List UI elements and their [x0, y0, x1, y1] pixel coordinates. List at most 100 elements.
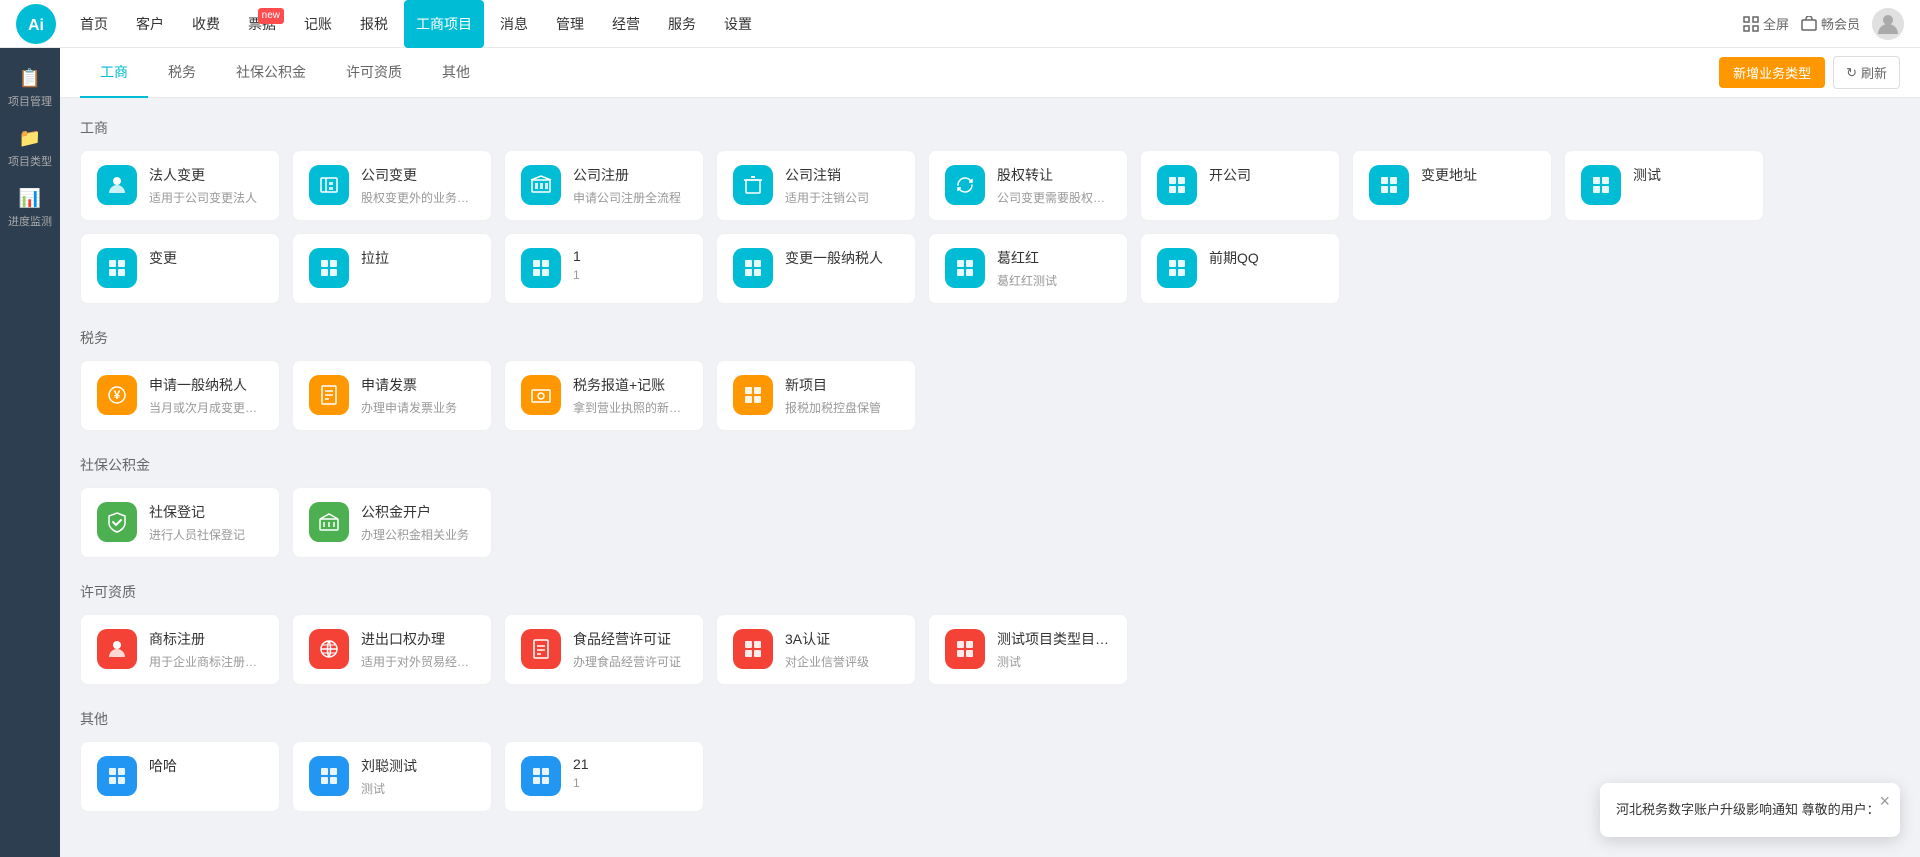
card-name-3-1: 进出口权办理: [361, 629, 475, 649]
user-avatar[interactable]: [1872, 8, 1904, 40]
tab-license[interactable]: 许可资质: [326, 48, 422, 98]
card-4-2[interactable]: 211: [504, 741, 704, 812]
card-name-0-5: 开公司: [1209, 165, 1323, 185]
card-0-0[interactable]: 法人变更适用于公司变更法人: [80, 150, 280, 221]
card-name-3-2: 食品经营许可证: [573, 629, 687, 649]
card-3-2[interactable]: 食品经营许可证办理食品经营许可证: [504, 614, 704, 685]
card-1-0[interactable]: ¥申请一般纳税人当月或次月成变更完成: [80, 360, 280, 431]
card-desc-3-3: 对企业信誉评级: [785, 653, 899, 670]
tab-social-insurance[interactable]: 社保公积金: [216, 48, 326, 98]
notification-close-icon[interactable]: ×: [1879, 791, 1890, 812]
card-1-1[interactable]: 申请发票办理申请发票业务: [292, 360, 492, 431]
sidebar-item-project-mgmt[interactable]: 📋 项目管理: [2, 60, 58, 116]
card-0-7[interactable]: 测试: [1564, 150, 1764, 221]
nav-client[interactable]: 客户: [124, 0, 176, 48]
sidebar: 📋 项目管理 📁 项目类型 📊 进度监测: [0, 48, 60, 857]
card-info-4-1: 刘聪测试测试: [361, 756, 475, 797]
card-info-3-2: 食品经营许可证办理食品经营许可证: [573, 629, 687, 670]
project-mgmt-icon: 📋: [19, 68, 41, 89]
card-icon-0-4: [945, 165, 985, 205]
card-icon-4-0: [97, 756, 137, 796]
nav-service[interactable]: 服务: [656, 0, 708, 48]
nav-accounting[interactable]: 记账: [292, 0, 344, 48]
tab-business[interactable]: 工商: [80, 48, 148, 98]
card-desc-0-12: 葛红红测试: [997, 272, 1111, 289]
card-0-5[interactable]: 开公司: [1140, 150, 1340, 221]
card-icon-3-1: [309, 629, 349, 669]
card-info-0-8: 变更: [149, 248, 263, 272]
nav-operation[interactable]: 经营: [600, 0, 652, 48]
card-0-9[interactable]: 拉拉: [292, 233, 492, 304]
main-content: 工商 税务 社保公积金 许可资质 其他 新增业务类型 ↻ 刷新 工商法人变更适用…: [60, 48, 1920, 856]
tab-other[interactable]: 其他: [422, 48, 490, 98]
nav-message[interactable]: 消息: [488, 0, 540, 48]
card-3-0[interactable]: 商标注册用于企业商标注册服务: [80, 614, 280, 685]
card-0-8[interactable]: 变更: [80, 233, 280, 304]
card-info-1-3: 新项目报税加税控盘保管: [785, 375, 899, 416]
card-info-3-0: 商标注册用于企业商标注册服务: [149, 629, 263, 670]
card-icon-0-3: [733, 165, 773, 205]
member-btn[interactable]: 畅会员: [1801, 14, 1860, 33]
card-desc-3-0: 用于企业商标注册服务: [149, 653, 263, 670]
card-0-13[interactable]: 前期QQ: [1140, 233, 1340, 304]
card-name-0-9: 拉拉: [361, 248, 475, 268]
nav-ticket[interactable]: 票据 new: [236, 0, 288, 48]
sidebar-item-project-type-label: 项目类型: [8, 153, 52, 169]
card-desc-1-1: 办理申请发票业务: [361, 399, 475, 416]
card-info-3-3: 3A认证对企业信誉评级: [785, 629, 899, 670]
card-desc-2-1: 办理公积金相关业务: [361, 526, 475, 543]
card-0-4[interactable]: 股权转让公司变更需要股权转让: [928, 150, 1128, 221]
card-desc-1-3: 报税加税控盘保管: [785, 399, 899, 416]
card-0-1[interactable]: 公司变更股权变更外的业务变更: [292, 150, 492, 221]
card-2-0[interactable]: 社保登记进行人员社保登记: [80, 487, 280, 558]
card-1-2[interactable]: 税务报道+记账拿到营业执照的新公司: [504, 360, 704, 431]
tab-actions: 新增业务类型 ↻ 刷新: [1719, 56, 1900, 89]
card-2-1[interactable]: 公积金开户办理公积金相关业务: [292, 487, 492, 558]
section-2: 社保公积金社保登记进行人员社保登记公积金开户办理公积金相关业务: [80, 455, 1900, 558]
refresh-button[interactable]: ↻ 刷新: [1833, 56, 1900, 89]
card-0-12[interactable]: 葛红红葛红红测试: [928, 233, 1128, 304]
sidebar-item-project-type[interactable]: 📁 项目类型: [2, 120, 58, 176]
card-info-0-4: 股权转让公司变更需要股权转让: [997, 165, 1111, 206]
card-0-6[interactable]: 变更地址: [1352, 150, 1552, 221]
nav-tax[interactable]: 报税: [348, 0, 400, 48]
card-info-0-3: 公司注销适用于注销公司: [785, 165, 899, 206]
card-0-2[interactable]: 公司注册申请公司注册全流程: [504, 150, 704, 221]
card-4-0[interactable]: 哈哈: [80, 741, 280, 812]
card-3-3[interactable]: 3A认证对企业信誉评级: [716, 614, 916, 685]
tab-tax[interactable]: 税务: [148, 48, 216, 98]
card-name-1-2: 税务报道+记账: [573, 375, 687, 395]
nav-settings[interactable]: 设置: [712, 0, 764, 48]
card-4-1[interactable]: 刘聪测试测试: [292, 741, 492, 812]
card-name-2-1: 公积金开户: [361, 502, 475, 522]
card-info-1-0: 申请一般纳税人当月或次月成变更完成: [149, 375, 263, 416]
card-1-3[interactable]: 新项目报税加税控盘保管: [716, 360, 916, 431]
card-icon-0-12: [945, 248, 985, 288]
card-icon-0-11: [733, 248, 773, 288]
card-info-0-9: 拉拉: [361, 248, 475, 272]
nav-right: 全屏 畅会员: [1743, 8, 1904, 40]
card-desc-4-1: 测试: [361, 780, 475, 797]
card-0-10[interactable]: 11: [504, 233, 704, 304]
card-0-11[interactable]: 变更一般纳税人: [716, 233, 916, 304]
nav-home[interactable]: 首页: [68, 0, 120, 48]
card-0-3[interactable]: 公司注销适用于注销公司: [716, 150, 916, 221]
card-icon-2-1: [309, 502, 349, 542]
card-3-1[interactable]: 进出口权办理适用于对外贸易经营者: [292, 614, 492, 685]
top-navigation: Ai 首页 客户 收费 票据 new 记账 报税 工商项目 消息 管理 经营 服…: [0, 0, 1920, 48]
fullscreen-btn[interactable]: 全屏: [1743, 14, 1789, 33]
add-business-type-button[interactable]: 新增业务类型: [1719, 57, 1825, 88]
nav-manage[interactable]: 管理: [544, 0, 596, 48]
logo[interactable]: Ai: [16, 4, 56, 44]
card-icon-0-10: [521, 248, 561, 288]
card-3-4[interactable]: 测试项目类型目定义测试: [928, 614, 1128, 685]
card-name-1-1: 申请发票: [361, 375, 475, 395]
card-name-3-3: 3A认证: [785, 629, 899, 649]
sidebar-item-progress[interactable]: 📊 进度监测: [2, 180, 58, 236]
content-area: 工商法人变更适用于公司变更法人公司变更股权变更外的业务变更公司注册申请公司注册全…: [60, 98, 1920, 856]
nav-business[interactable]: 工商项目: [404, 0, 484, 48]
card-desc-1-0: 当月或次月成变更完成: [149, 399, 263, 416]
card-name-3-0: 商标注册: [149, 629, 263, 649]
card-info-3-1: 进出口权办理适用于对外贸易经营者: [361, 629, 475, 670]
nav-fee[interactable]: 收费: [180, 0, 232, 48]
